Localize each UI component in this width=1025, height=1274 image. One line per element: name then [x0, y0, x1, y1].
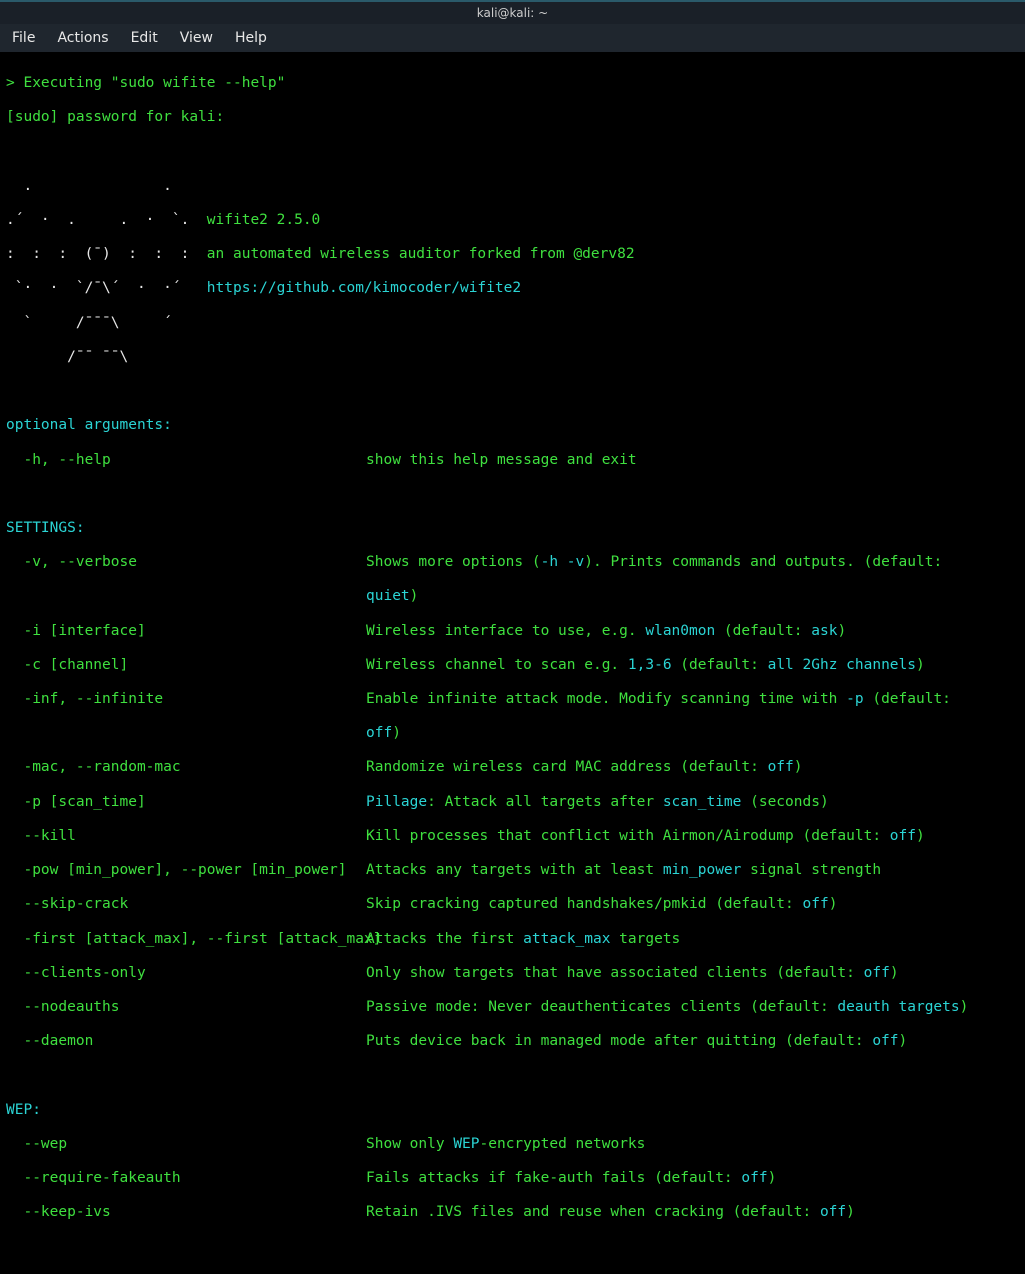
window-title: kali@kali: ~	[477, 6, 548, 20]
menu-file[interactable]: File	[12, 30, 35, 46]
menubar: File Actions Edit View Help	[0, 24, 1025, 52]
flag-power: -pow [min_power], --power [min_power]	[6, 862, 366, 879]
banner-name: wifite2 2.5.0	[207, 212, 321, 228]
ascii-l5: ` /¯¯¯\ ´	[6, 315, 207, 331]
flag-keep-ivs: --keep-ivs	[6, 1204, 366, 1221]
desc-help: show this help message and exit	[366, 452, 637, 468]
flag-verbose: -v, --verbose	[6, 554, 366, 571]
banner-url: https://github.com/kimocoder/wifite2	[207, 280, 521, 296]
flag-interface: -i [interface]	[6, 623, 366, 640]
ascii-l1: . .	[6, 178, 207, 194]
menu-edit[interactable]: Edit	[131, 30, 158, 46]
ascii-l4: `· · `/¯\´ · ·´	[6, 280, 207, 296]
menu-view[interactable]: View	[180, 30, 213, 46]
window-titlebar: kali@kali: ~	[0, 0, 1025, 24]
flag-skip-crack: --skip-crack	[6, 896, 366, 913]
flag-help: -h, --help	[6, 452, 366, 469]
sudo-prompt: [sudo] password for kali:	[6, 109, 1019, 126]
ascii-l3: : : : (¯) : : :	[6, 246, 207, 262]
menu-help[interactable]: Help	[235, 30, 267, 46]
flag-wep: --wep	[6, 1136, 366, 1153]
flag-random-mac: -mac, --random-mac	[6, 759, 366, 776]
flag-pillage: -p [scan_time]	[6, 794, 366, 811]
terminal-output[interactable]: > Executing "sudo wifite --help" [sudo] …	[0, 52, 1025, 1274]
section-optional: optional arguments:	[6, 417, 1019, 434]
flag-kill: --kill	[6, 828, 366, 845]
flag-clients-only: --clients-only	[6, 965, 366, 982]
section-settings: SETTINGS:	[6, 520, 1019, 537]
exec-cmd: "sudo wifite --help"	[111, 75, 286, 91]
ascii-l2: .´ · . . · `.	[6, 212, 207, 228]
exec-prefix: > Executing	[6, 75, 111, 91]
section-wpa: WPA:	[6, 1273, 1019, 1274]
flag-require-fakeauth: --require-fakeauth	[6, 1170, 366, 1187]
banner-tagline: an automated wireless auditor forked fro…	[207, 246, 635, 262]
flag-nodeauths: --nodeauths	[6, 999, 366, 1016]
flag-channel: -c [channel]	[6, 657, 366, 674]
flag-first: -first [attack_max], --first [attack_max…	[6, 931, 366, 948]
section-wep: WEP:	[6, 1102, 1019, 1119]
flag-daemon: --daemon	[6, 1033, 366, 1050]
flag-infinite: -inf, --infinite	[6, 691, 366, 708]
ascii-l6: /¯¯ ¯¯\	[6, 349, 207, 365]
menu-actions[interactable]: Actions	[57, 30, 108, 46]
